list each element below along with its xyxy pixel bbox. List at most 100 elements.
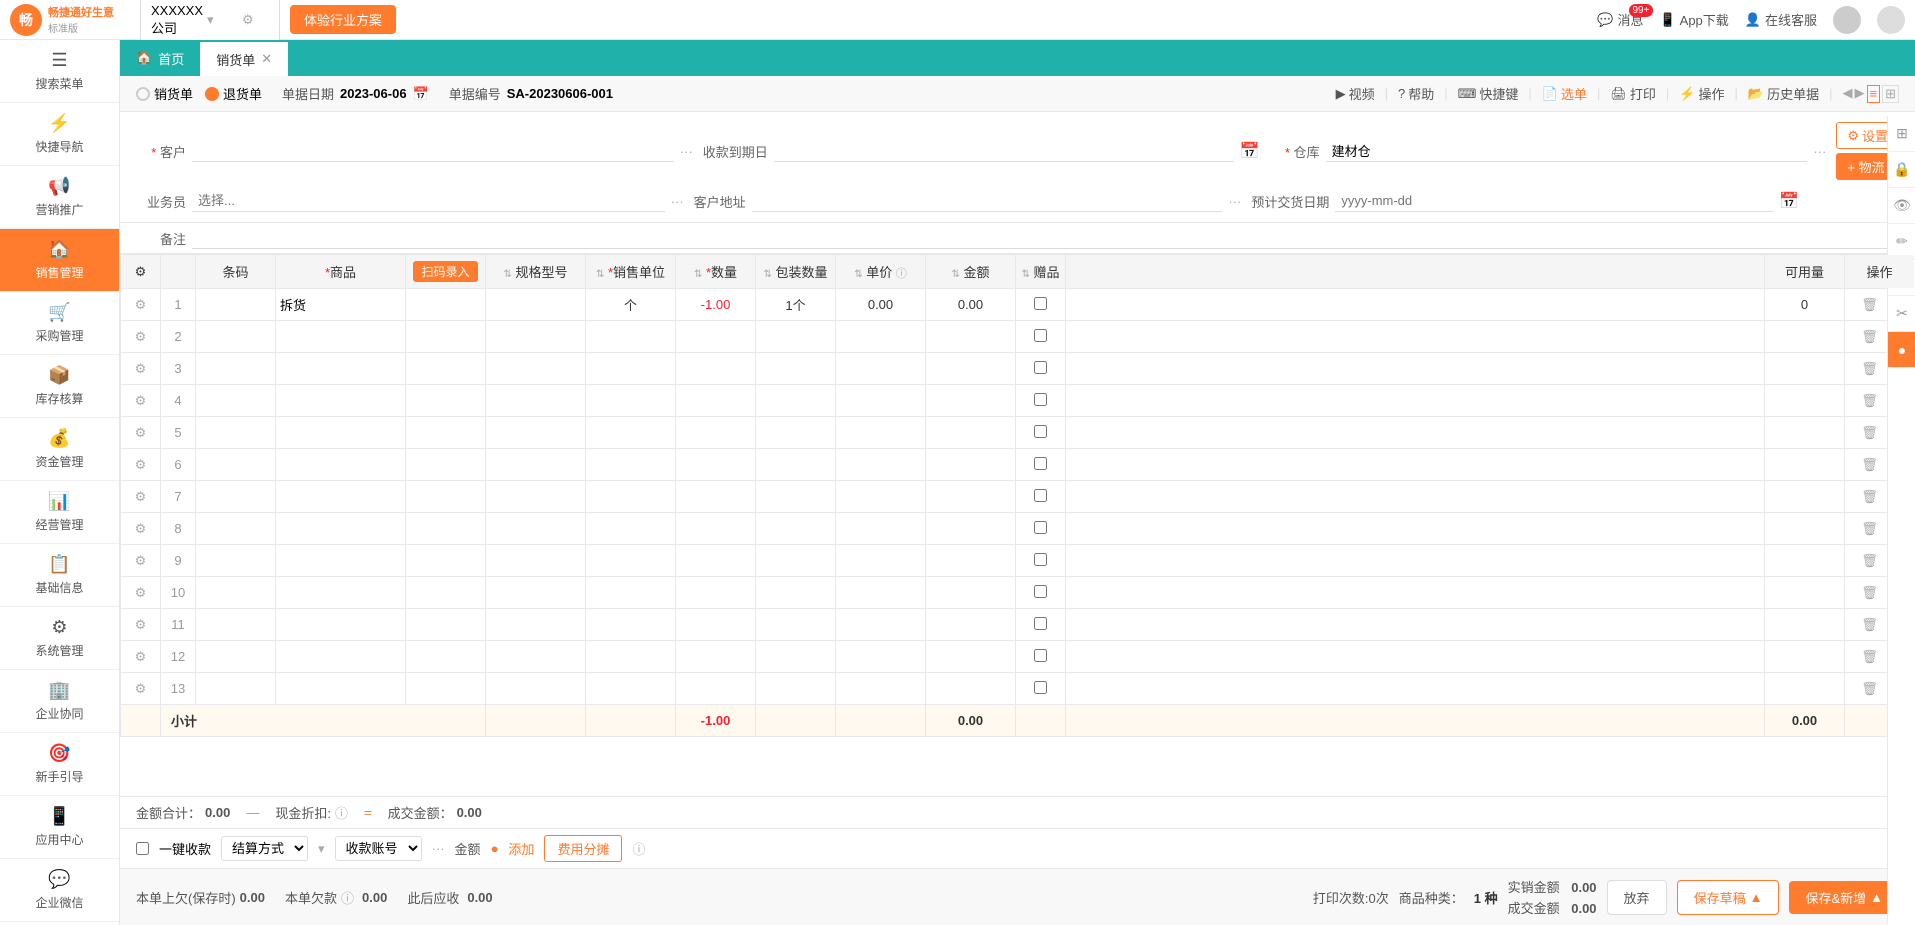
row-barcode[interactable] <box>196 577 276 609</box>
layout-list-icon[interactable]: ≡ <box>1867 85 1881 103</box>
row-pkg-qty[interactable]: 1个 <box>756 289 836 321</box>
sidebar-item-finance[interactable]: 💰 资金管理 <box>0 418 119 481</box>
row-unit[interactable] <box>586 417 676 449</box>
row-unit[interactable] <box>586 449 676 481</box>
row-gear[interactable]: ⚙ <box>121 289 161 321</box>
row-pkg-qty[interactable] <box>756 481 836 513</box>
col-gear-icon[interactable]: ⚙ <box>135 264 147 279</box>
row-qty[interactable] <box>676 609 756 641</box>
row-delete-icon[interactable]: 🗑 <box>1861 329 1878 344</box>
sidebar-item-inventory[interactable]: 📦 库存核算 <box>0 355 119 418</box>
row-pkg-qty[interactable] <box>756 577 836 609</box>
row-product[interactable] <box>276 545 406 577</box>
row-pkg-qty[interactable] <box>756 609 836 641</box>
row-amount[interactable] <box>926 641 1016 673</box>
row-gear[interactable]: ⚙ <box>121 641 161 673</box>
radio-sales[interactable]: 销货单 <box>136 84 193 103</box>
row-spec[interactable] <box>486 545 586 577</box>
discard-button[interactable]: 放弃 <box>1607 880 1667 915</box>
row-pkg-qty[interactable] <box>756 513 836 545</box>
rp-scissors-icon[interactable]: ✂ <box>1888 296 1915 332</box>
row-amount[interactable] <box>926 609 1016 641</box>
col-gear[interactable]: ⚙ <box>121 255 161 289</box>
row-unit[interactable] <box>586 577 676 609</box>
customer-input[interactable] <box>192 140 674 162</box>
row-gift[interactable] <box>1016 417 1066 449</box>
row-amount[interactable] <box>926 385 1016 417</box>
col-scan[interactable]: 扫码录入 <box>406 255 486 289</box>
sidebar-item-ops[interactable]: 📊 经营管理 <box>0 481 119 544</box>
row-unit[interactable] <box>586 513 676 545</box>
sidebar-item-quick-nav[interactable]: ⚡ 快捷导航 <box>0 103 119 166</box>
row-spec[interactable] <box>486 353 586 385</box>
row-gift[interactable] <box>1016 577 1066 609</box>
row-qty[interactable] <box>676 449 756 481</box>
row-spec[interactable] <box>486 289 586 321</box>
save-draft-button[interactable]: 保存草稿 ▲ <box>1677 880 1780 915</box>
row-gift[interactable] <box>1016 321 1066 353</box>
row-qty[interactable] <box>676 417 756 449</box>
row-qty[interactable]: -1.00 <box>676 289 756 321</box>
row-gift[interactable] <box>1016 289 1066 321</box>
customer-addr-dots[interactable]: ··· <box>1228 194 1241 209</box>
row-barcode[interactable] <box>196 641 276 673</box>
payment-due-calendar-icon[interactable]: 📅 <box>1240 141 1260 161</box>
row-product[interactable] <box>276 353 406 385</box>
row-product[interactable] <box>276 641 406 673</box>
note-input[interactable] <box>192 227 1899 249</box>
row-product[interactable] <box>276 673 406 705</box>
discount-help-icon[interactable]: ⓘ <box>335 803 348 822</box>
one-click-checkbox[interactable] <box>136 842 149 855</box>
company-selector[interactable]: XXXXXX公司 ▾ ⚙ <box>140 0 280 42</box>
row-amount[interactable]: 0.00 <box>926 289 1016 321</box>
payment-account-select[interactable]: 收款账号 <box>335 836 422 861</box>
sidebar-item-purchase[interactable]: 🛒 采购管理 <box>0 292 119 355</box>
row-unit[interactable] <box>586 353 676 385</box>
sidebar-item-apps[interactable]: 📱 应用中心 <box>0 796 119 859</box>
row-spec[interactable] <box>486 321 586 353</box>
row-amount[interactable] <box>926 449 1016 481</box>
row-product[interactable] <box>276 385 406 417</box>
row-gear[interactable]: ⚙ <box>121 385 161 417</box>
row-amount[interactable] <box>926 481 1016 513</box>
row-gift[interactable] <box>1016 545 1066 577</box>
row-gift[interactable] <box>1016 641 1066 673</box>
row-delete-icon[interactable]: 🗑 <box>1861 297 1878 312</box>
row-barcode[interactable] <box>196 449 276 481</box>
row-price[interactable]: 0.00 <box>836 289 926 321</box>
row-delete-icon[interactable]: 🗑 <box>1861 617 1878 632</box>
row-qty[interactable] <box>676 513 756 545</box>
row-price[interactable] <box>836 577 926 609</box>
row-unit[interactable] <box>586 641 676 673</box>
scan-button[interactable]: 扫码录入 <box>413 261 477 282</box>
row-product[interactable] <box>276 577 406 609</box>
row-pkg-qty[interactable] <box>756 385 836 417</box>
row-gift[interactable] <box>1016 609 1066 641</box>
row-amount[interactable] <box>926 673 1016 705</box>
row-gift[interactable] <box>1016 481 1066 513</box>
row-barcode[interactable] <box>196 545 276 577</box>
row-spec[interactable] <box>486 577 586 609</box>
avatar2[interactable] <box>1877 6 1905 34</box>
total-due-help[interactable]: ⓘ <box>341 888 354 907</box>
sidebar-item-sales[interactable]: 🏠 销售管理 <box>0 229 119 292</box>
next-icon[interactable]: ▶ <box>1855 85 1865 103</box>
sidebar-item-base[interactable]: 📋 基础信息 <box>0 544 119 607</box>
row-unit[interactable] <box>586 385 676 417</box>
fee-help-icon[interactable]: ⓘ <box>632 839 645 858</box>
row-gift[interactable] <box>1016 673 1066 705</box>
settings-icon[interactable]: ⚙ <box>242 12 269 28</box>
toolbar-shortcut[interactable]: ⌨ 快捷键 <box>1458 84 1519 103</box>
row-price[interactable] <box>836 481 926 513</box>
row-delete-icon[interactable]: 🗑 <box>1861 681 1878 696</box>
row-price[interactable] <box>836 385 926 417</box>
row-gear[interactable]: ⚙ <box>121 417 161 449</box>
row-amount[interactable] <box>926 545 1016 577</box>
row-gear[interactable]: ⚙ <box>121 481 161 513</box>
row-gear[interactable]: ⚙ <box>121 353 161 385</box>
row-price[interactable] <box>836 641 926 673</box>
salesman-dots[interactable]: ··· <box>671 194 684 209</box>
tab-home[interactable]: 🏠 首页 <box>120 40 200 76</box>
row-gear[interactable]: ⚙ <box>121 513 161 545</box>
row-spec[interactable] <box>486 513 586 545</box>
